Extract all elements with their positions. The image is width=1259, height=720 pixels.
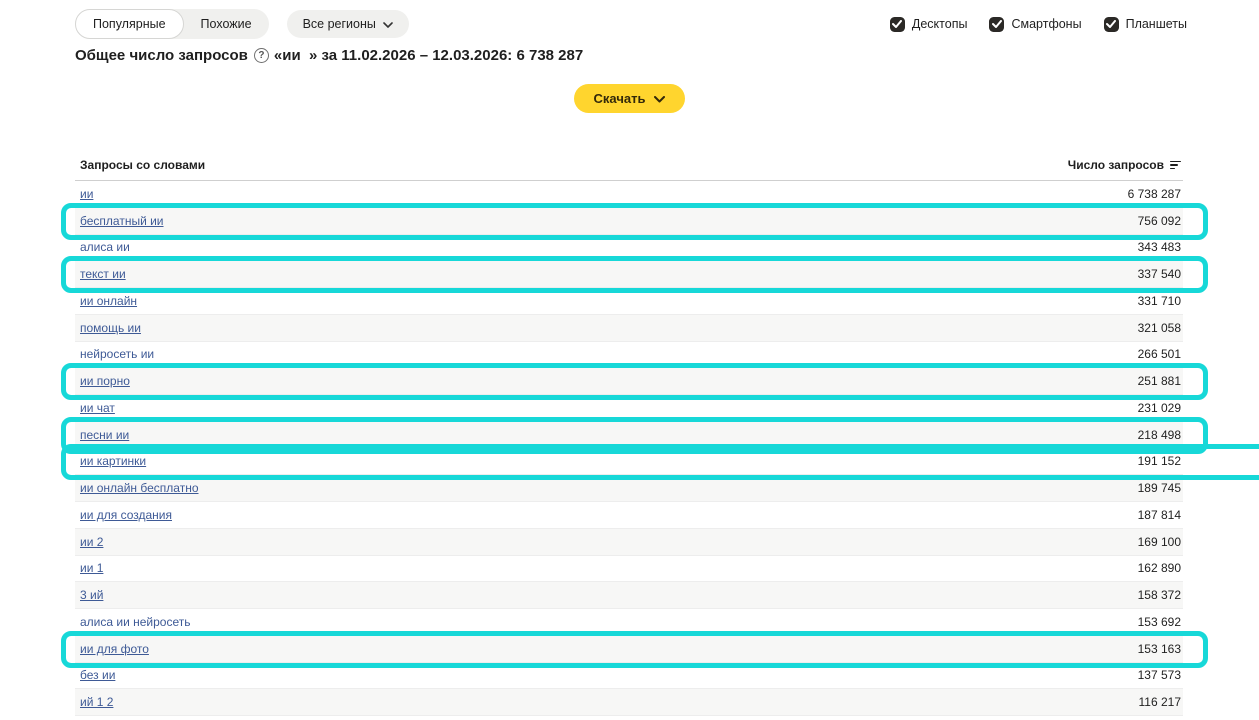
query-count: 158 372: [1137, 588, 1181, 603]
table-row: ии онлайн бесплатно 189 745: [75, 475, 1183, 502]
region-filter-label: Все регионы: [302, 17, 376, 31]
query-count: 251 881: [1137, 374, 1181, 389]
summary-total: 6 738 287: [516, 47, 584, 64]
summary-prefix: Общее число запросов: [75, 47, 248, 64]
query-link[interactable]: без ии: [80, 668, 115, 682]
checkbox-desktops[interactable]: Десктопы: [889, 16, 968, 32]
summary-period: за 11.02.2026 – 12.03.2026:: [317, 47, 517, 64]
query-link[interactable]: песни ии: [80, 428, 129, 442]
table-row: ии 1 162 890: [75, 555, 1183, 583]
query-link[interactable]: ии 2: [80, 535, 103, 549]
download-button-label: Скачать: [593, 91, 646, 106]
table-row: ии картинки 191 152: [61, 443, 1259, 481]
table-row: помощь ии 321 058: [75, 314, 1183, 342]
query-count: 169 100: [1137, 534, 1181, 549]
summary-query: «ии »: [273, 47, 318, 64]
checkbox-desktops-label: Десктопы: [911, 17, 968, 31]
tab-popular[interactable]: Популярные: [75, 9, 184, 39]
query-link[interactable]: ии 1: [80, 561, 103, 575]
checkbox-checked-icon: [989, 16, 1005, 32]
table-row: ии 2 169 100: [75, 528, 1183, 556]
checkbox-smartphones-label: Смартфоны: [1011, 17, 1082, 31]
query-link[interactable]: помощь ии: [80, 321, 141, 335]
tab-similar[interactable]: Похожие: [184, 10, 269, 38]
wordstat-page: Популярные Похожие Все регионы Десктопы …: [0, 0, 1259, 720]
sort-icon: [1170, 160, 1181, 170]
table-row: алиса ии нейросеть 153 692: [75, 609, 1183, 636]
table-row: ий 1 2 116 217: [75, 689, 1183, 716]
table-row: алиса ии 343 483: [75, 234, 1183, 262]
query-count: 162 890: [1137, 561, 1181, 576]
query-count: 6 738 287: [1127, 186, 1181, 201]
chevron-down-icon: [383, 17, 393, 31]
query-count: 137 573: [1137, 668, 1181, 683]
table-row: ии чат 231 029: [75, 395, 1183, 422]
query-link[interactable]: ии для фото: [80, 642, 149, 656]
query-count: 331 710: [1137, 293, 1181, 308]
query-count: 231 029: [1137, 400, 1181, 415]
device-filters: Десктопы Смартфоны Планшеты: [889, 16, 1187, 32]
table-row: ии онлайн 331 710: [75, 288, 1183, 315]
query-link[interactable]: ии картинки: [80, 454, 146, 468]
help-icon[interactable]: ?: [253, 48, 269, 63]
table-row: 3 ий 158 372: [75, 582, 1183, 609]
table-row: ии для создания 187 814: [75, 502, 1183, 529]
query-count: 321 058: [1137, 320, 1181, 335]
region-filter-dropdown[interactable]: Все регионы: [286, 10, 409, 38]
query-link[interactable]: алиса ии нейросеть: [80, 615, 191, 629]
query-link[interactable]: ий 1 2: [80, 695, 113, 709]
query-link[interactable]: ии для создания: [80, 508, 172, 522]
query-link[interactable]: ии онлайн бесплатно: [80, 481, 199, 495]
checkbox-smartphones[interactable]: Смартфоны: [989, 16, 1082, 32]
queries-table: Запросы со словами Число запросов ии 6 7…: [61, 158, 1259, 716]
query-link[interactable]: текст ии: [80, 267, 126, 281]
query-count: 116 217: [1138, 695, 1182, 710]
checkbox-checked-icon: [1103, 16, 1119, 32]
query-link[interactable]: ии онлайн: [80, 294, 137, 308]
checkbox-tablets[interactable]: Планшеты: [1103, 16, 1187, 32]
query-link[interactable]: алиса ии: [80, 240, 130, 254]
column-header-queries: Запросы со словами: [80, 158, 206, 172]
checkbox-tablets-label: Планшеты: [1125, 17, 1187, 31]
table-row: ии для фото 153 163: [61, 630, 1208, 668]
query-count: 153 163: [1137, 641, 1181, 656]
table-row: бесплатный ии 756 092: [61, 202, 1208, 240]
query-count: 756 092: [1137, 213, 1181, 228]
table-row: ии 6 738 287: [75, 181, 1183, 208]
query-link[interactable]: 3 ий: [80, 588, 103, 602]
query-count: 343 483: [1137, 240, 1181, 255]
query-link[interactable]: ии порно: [80, 374, 130, 388]
chevron-down-icon: [654, 91, 666, 106]
query-count: 153 692: [1137, 614, 1181, 629]
query-count: 266 501: [1137, 347, 1181, 362]
query-link[interactable]: ии чат: [80, 401, 115, 415]
table-row: нейросеть ии 266 501: [75, 341, 1183, 369]
table-row: текст ии 337 540: [61, 256, 1208, 293]
checkbox-checked-icon: [889, 16, 905, 32]
download-button[interactable]: Скачать: [573, 84, 686, 113]
query-link[interactable]: ии: [80, 187, 93, 201]
column-header-count-label: Число запросов: [1067, 158, 1164, 172]
query-link[interactable]: бесплатный ии: [80, 214, 164, 228]
total-requests-summary: Общее число запросов ? «ии » за 11.02.20…: [75, 47, 583, 64]
filter-bar: Популярные Похожие Все регионы Десктопы …: [75, 8, 1187, 40]
table-row: без ии 137 573: [75, 662, 1183, 690]
column-header-count[interactable]: Число запросов: [1068, 158, 1181, 172]
table-row: песни ии 218 498: [61, 416, 1208, 454]
query-count: 187 814: [1137, 507, 1181, 522]
query-count: 189 745: [1137, 481, 1181, 496]
query-count: 191 152: [1137, 454, 1181, 469]
table-row: ии порно 251 881: [61, 363, 1208, 400]
tab-group: Популярные Похожие: [75, 9, 269, 39]
query-link[interactable]: нейросеть ии: [80, 347, 154, 361]
download-button-area: Скачать: [0, 84, 1259, 113]
table-header: Запросы со словами Число запросов: [75, 158, 1183, 181]
query-count: 218 498: [1137, 427, 1181, 442]
query-count: 337 540: [1137, 267, 1181, 282]
table-body: ии 6 738 287 бесплатный ии 756 092 алиса…: [61, 181, 1259, 716]
